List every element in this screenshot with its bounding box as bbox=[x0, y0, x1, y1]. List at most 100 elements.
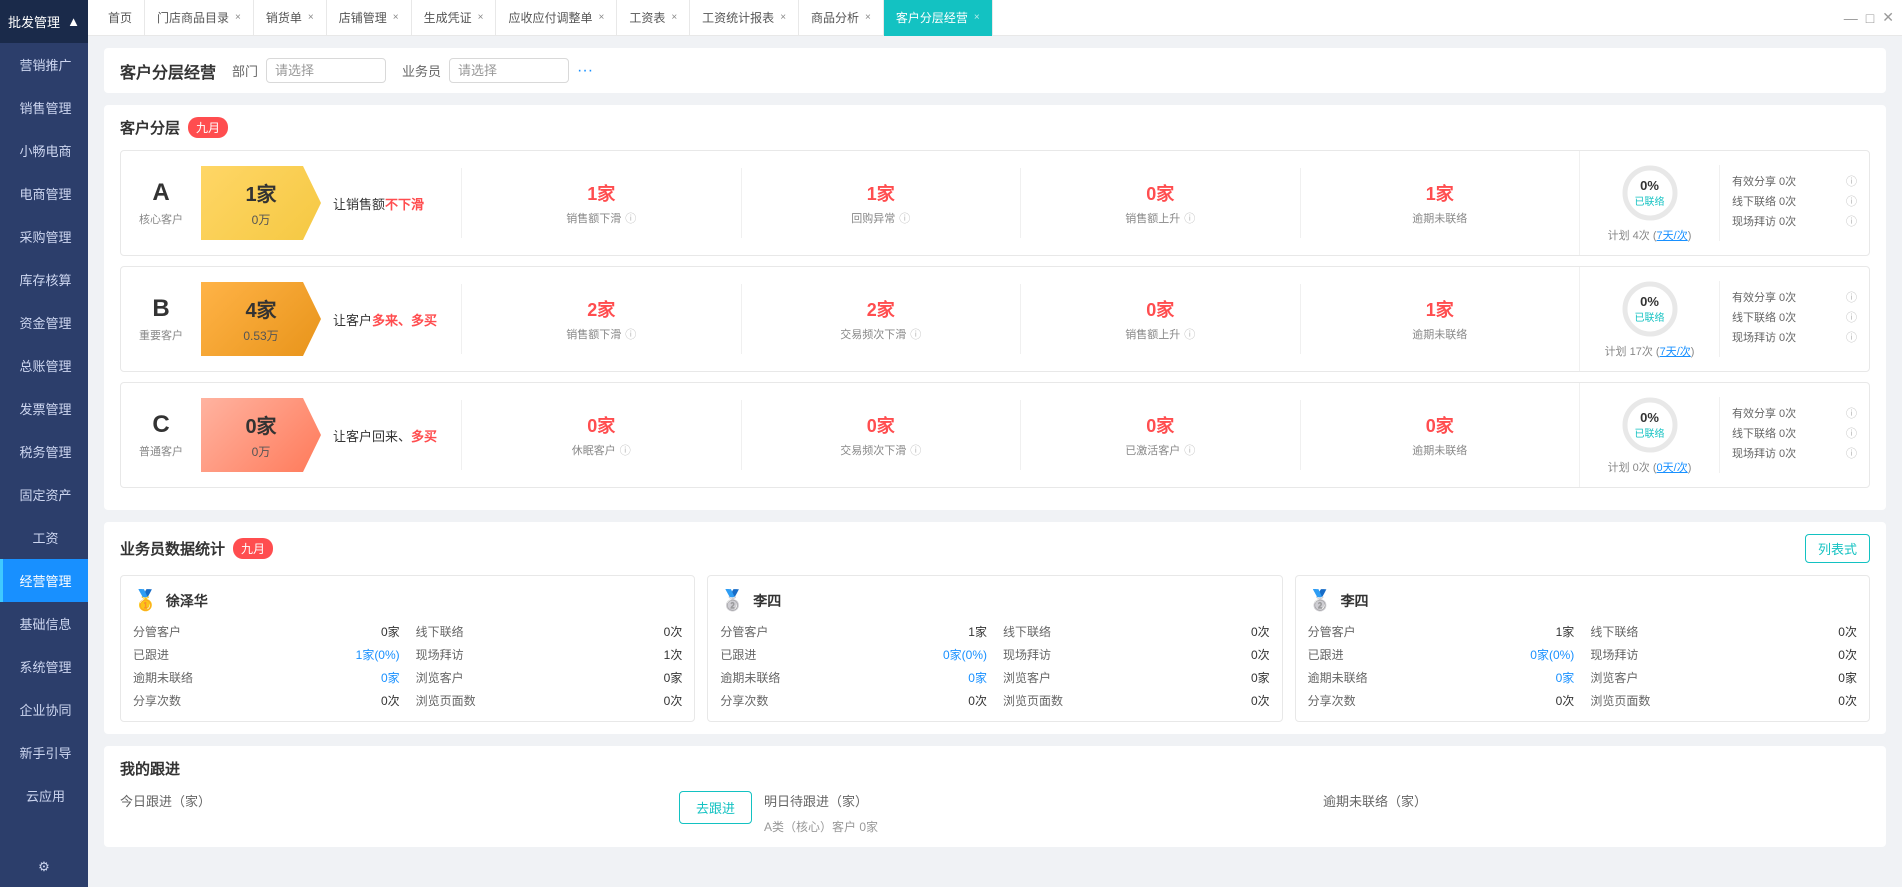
right-stat-row-C-0: 有效分享 0次ⓘ bbox=[1732, 405, 1857, 421]
metric-count-C-1[interactable]: 0家 bbox=[750, 412, 1013, 438]
sidebar-header[interactable]: 批发管理 ▲ bbox=[0, 0, 88, 43]
metric-count-B-2[interactable]: 0家 bbox=[1029, 296, 1292, 322]
sidebar-item-总账管理[interactable]: 总账管理 bbox=[0, 344, 88, 387]
sidebar-item-采购管理[interactable]: 采购管理 bbox=[0, 215, 88, 258]
tab-门店商品目录[interactable]: 门店商品目录× bbox=[145, 0, 254, 36]
sidebar-item-云应用[interactable]: 云应用 bbox=[0, 774, 88, 817]
sales-stat-val-1-2[interactable]: 0家(0%) bbox=[943, 646, 987, 663]
metric-count-A-3[interactable]: 1家 bbox=[1309, 180, 1572, 206]
sales-stat-val-0-2[interactable]: 1家(0%) bbox=[356, 646, 400, 663]
tab-close-店铺管理[interactable]: × bbox=[393, 12, 399, 23]
metric-info-icon[interactable]: ⓘ bbox=[910, 326, 921, 342]
circle-plan-link[interactable]: 7天/次 bbox=[1660, 346, 1691, 358]
tab-销货单[interactable]: 销货单× bbox=[254, 0, 327, 36]
sales-section-month: 九月 bbox=[233, 538, 273, 559]
sidebar-settings[interactable]: ⚙ bbox=[0, 847, 88, 887]
tab-店铺管理[interactable]: 店铺管理× bbox=[327, 0, 412, 36]
right-stat-row-B-1: 线下联络 0次ⓘ bbox=[1732, 309, 1857, 325]
sidebar-item-资金管理[interactable]: 资金管理 bbox=[0, 301, 88, 344]
sales-stat-label-1-7: 浏览页面数 bbox=[1003, 692, 1063, 709]
tab-首页[interactable]: 首页 bbox=[96, 0, 145, 36]
sidebar: 批发管理 ▲ 营销推广销售管理小畅电商电商管理采购管理库存核算资金管理总账管理发… bbox=[0, 0, 88, 887]
tab-close-生成凭证[interactable]: × bbox=[478, 12, 484, 23]
sales-stat-val-1-4[interactable]: 0家 bbox=[968, 669, 987, 686]
sidebar-item-小畅电商[interactable]: 小畅电商 bbox=[0, 129, 88, 172]
right-stat-info-icon[interactable]: ⓘ bbox=[1846, 193, 1857, 209]
sidebar-item-固定资产[interactable]: 固定资产 bbox=[0, 473, 88, 516]
sales-stat-label-1-0: 分管客户 bbox=[720, 623, 768, 640]
sales-stat-row-0-6: 分享次数0次 bbox=[133, 692, 400, 709]
sales-stat-val-2-2[interactable]: 0家(0%) bbox=[1530, 646, 1574, 663]
right-stat-info-icon[interactable]: ⓘ bbox=[1846, 445, 1857, 461]
right-stat-info-icon[interactable]: ⓘ bbox=[1846, 289, 1857, 305]
tab-close-客户分层经营[interactable]: × bbox=[974, 12, 980, 23]
metric-info-icon[interactable]: ⓘ bbox=[1184, 442, 1195, 458]
sidebar-item-经营管理[interactable]: 经营管理 bbox=[0, 559, 88, 602]
tab-restore-icon[interactable]: □ bbox=[1866, 10, 1874, 26]
tab-应收应付调整单[interactable]: 应收应付调整单× bbox=[496, 0, 617, 36]
metric-count-B-3[interactable]: 1家 bbox=[1309, 296, 1572, 322]
tab-工资表[interactable]: 工资表× bbox=[617, 0, 690, 36]
metric-info-icon[interactable]: ⓘ bbox=[1184, 326, 1195, 342]
metric-count-A-2[interactable]: 0家 bbox=[1029, 180, 1292, 206]
sales-select[interactable]: 请选择 bbox=[449, 58, 569, 83]
right-stat-info-icon[interactable]: ⓘ bbox=[1846, 405, 1857, 421]
metric-info-icon[interactable]: ⓘ bbox=[1184, 210, 1195, 226]
tab-生成凭证[interactable]: 生成凭证× bbox=[412, 0, 497, 36]
circle-plan-link[interactable]: 7天/次 bbox=[1657, 230, 1688, 242]
metric-count-B-0[interactable]: 2家 bbox=[470, 296, 733, 322]
sidebar-item-系统管理[interactable]: 系统管理 bbox=[0, 645, 88, 688]
metric-count-A-0[interactable]: 1家 bbox=[470, 180, 733, 206]
sidebar-item-基础信息[interactable]: 基础信息 bbox=[0, 602, 88, 645]
sales-stat-label-0-6: 分享次数 bbox=[133, 692, 181, 709]
sidebar-item-工资[interactable]: 工资 bbox=[0, 516, 88, 559]
metric-count-C-0[interactable]: 0家 bbox=[470, 412, 733, 438]
sidebar-item-库存核算[interactable]: 库存核算 bbox=[0, 258, 88, 301]
tab-工资统计报表[interactable]: 工资统计报表× bbox=[690, 0, 799, 36]
metric-info-icon[interactable]: ⓘ bbox=[899, 210, 910, 226]
medal-icon-2: 🥈 bbox=[1308, 588, 1333, 613]
filter-more-icon[interactable]: ··· bbox=[577, 62, 593, 80]
sidebar-item-发票管理[interactable]: 发票管理 bbox=[0, 387, 88, 430]
sidebar-item-营销推广[interactable]: 营销推广 bbox=[0, 43, 88, 86]
metric-item-C-2: 0家已激活客户 ⓘ bbox=[1020, 400, 1300, 470]
metric-info-icon[interactable]: ⓘ bbox=[625, 210, 636, 226]
sidebar-item-电商管理[interactable]: 电商管理 bbox=[0, 172, 88, 215]
metric-count-C-3[interactable]: 0家 bbox=[1309, 412, 1572, 438]
metric-count-B-1[interactable]: 2家 bbox=[750, 296, 1013, 322]
metric-count-A-1[interactable]: 1家 bbox=[750, 180, 1013, 206]
right-stat-info-icon[interactable]: ⓘ bbox=[1846, 213, 1857, 229]
metric-info-icon[interactable]: ⓘ bbox=[620, 442, 631, 458]
circle-plan-link[interactable]: 0天/次 bbox=[1657, 462, 1688, 474]
metric-info-icon[interactable]: ⓘ bbox=[625, 326, 636, 342]
tab-close-工资表[interactable]: × bbox=[671, 12, 677, 23]
sidebar-item-销售管理[interactable]: 销售管理 bbox=[0, 86, 88, 129]
tab-close-商品分析[interactable]: × bbox=[865, 12, 871, 23]
sidebar-item-税务管理[interactable]: 税务管理 bbox=[0, 430, 88, 473]
tab-minimize-icon[interactable]: — bbox=[1844, 10, 1858, 26]
circle-linked-B: 已联络 bbox=[1635, 309, 1665, 324]
tab-close-销货单[interactable]: × bbox=[308, 12, 314, 23]
tab-close-工资统计报表[interactable]: × bbox=[780, 12, 786, 23]
sidebar-collapse-icon[interactable]: ▲ bbox=[67, 14, 80, 29]
tab-商品分析[interactable]: 商品分析× bbox=[799, 0, 884, 36]
right-stat-label-C-1: 线下联络 0次 bbox=[1732, 425, 1796, 441]
right-stat-info-icon[interactable]: ⓘ bbox=[1846, 329, 1857, 345]
right-stat-info-icon[interactable]: ⓘ bbox=[1846, 173, 1857, 189]
tab-close-应收应付调整单[interactable]: × bbox=[598, 12, 604, 23]
right-stat-info-icon[interactable]: ⓘ bbox=[1846, 425, 1857, 441]
tab-close-icon[interactable]: ✕ bbox=[1882, 9, 1894, 26]
list-view-button[interactable]: 列表式 bbox=[1805, 534, 1870, 563]
sales-stat-val-0-4[interactable]: 0家 bbox=[381, 669, 400, 686]
right-stat-row-C-2: 现场拜访 0次ⓘ bbox=[1732, 445, 1857, 461]
tab-close-门店商品目录[interactable]: × bbox=[235, 12, 241, 23]
sales-stat-val-2-4[interactable]: 0家 bbox=[1556, 669, 1575, 686]
goto-followup-button[interactable]: 去跟进 bbox=[679, 791, 752, 824]
sidebar-item-新手引导[interactable]: 新手引导 bbox=[0, 731, 88, 774]
tab-客户分层经营[interactable]: 客户分层经营× bbox=[884, 0, 993, 36]
right-stat-info-icon[interactable]: ⓘ bbox=[1846, 309, 1857, 325]
metric-count-C-2[interactable]: 0家 bbox=[1029, 412, 1292, 438]
dept-select[interactable]: 请选择 bbox=[266, 58, 386, 83]
sidebar-item-企业协同[interactable]: 企业协同 bbox=[0, 688, 88, 731]
metric-info-icon[interactable]: ⓘ bbox=[910, 442, 921, 458]
